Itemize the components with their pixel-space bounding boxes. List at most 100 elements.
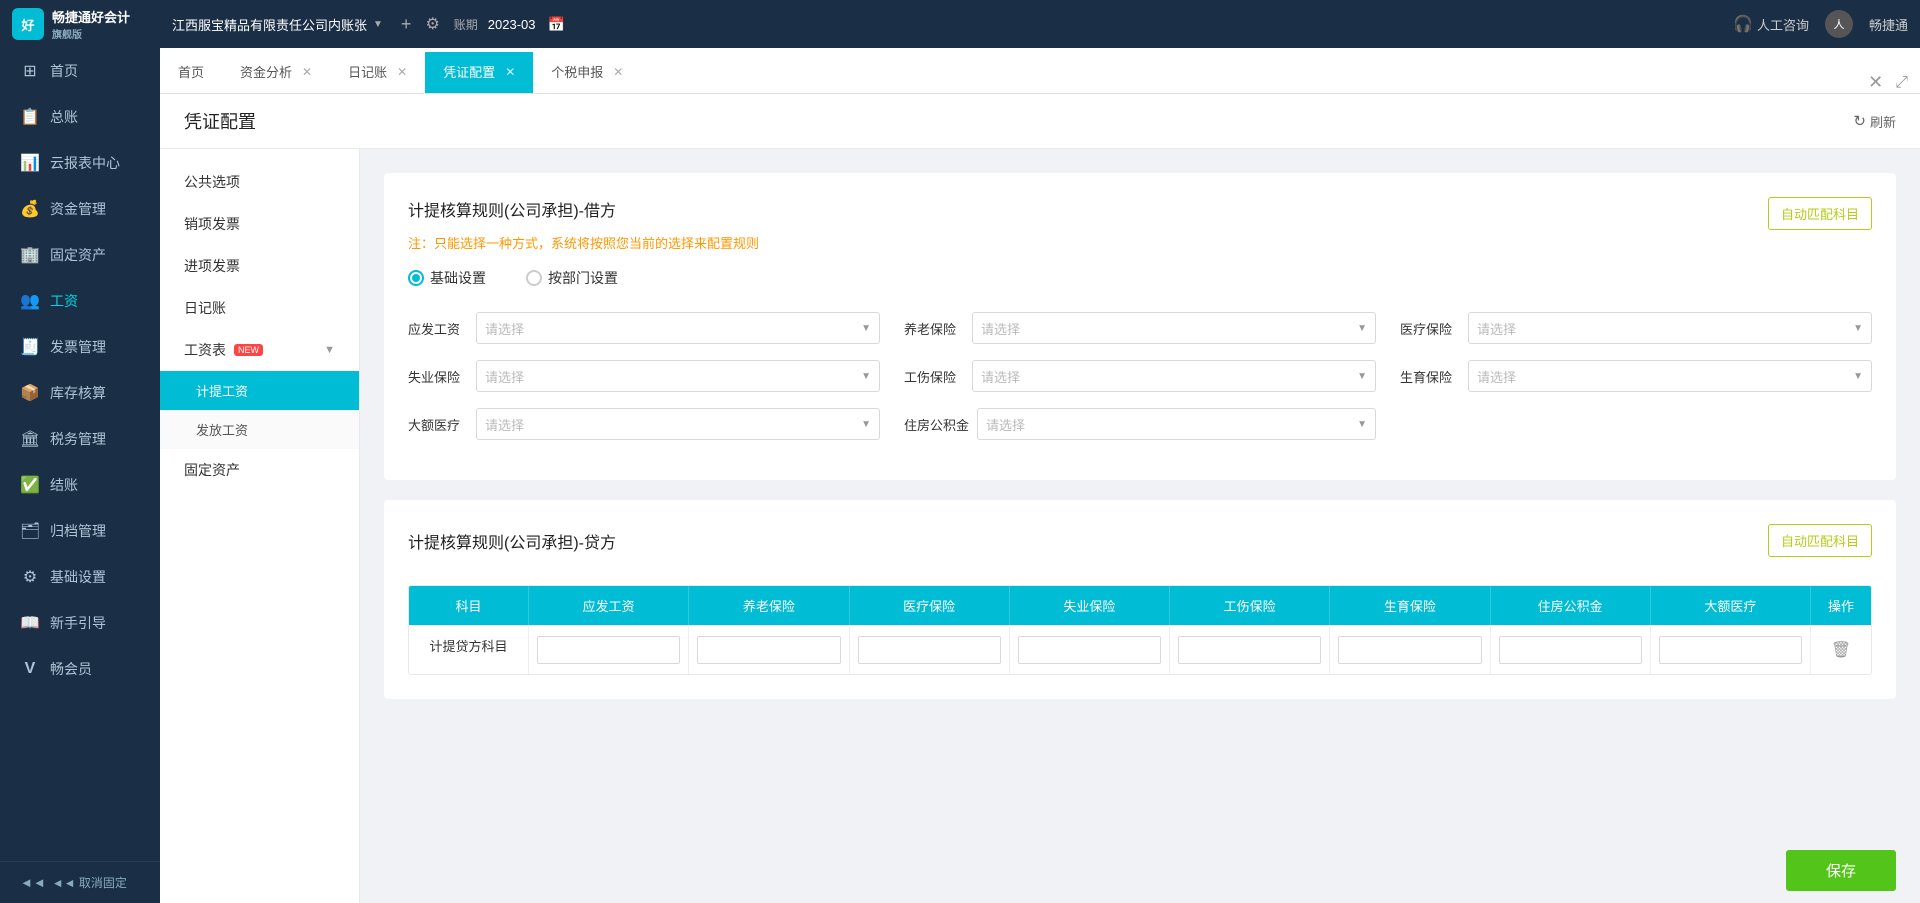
sub-item-fixed-assets[interactable]: 固定资产 <box>160 449 359 491</box>
sidebar-item-archive[interactable]: 🗂 归档管理 <box>0 508 160 554</box>
tab-voucher-config[interactable]: 凭证配置 ✕ <box>425 52 533 93</box>
label-ylbx: 养老保险 <box>904 319 964 338</box>
sub-item-salary-sheet[interactable]: 工资表 NEW ▼ <box>160 329 359 371</box>
sidebar-item-reports[interactable]: 📊 云报表中心 <box>0 140 160 186</box>
sidebar-item-inventory[interactable]: 📦 库存核算 <box>0 370 160 416</box>
tax-icon: 🏛 <box>20 429 40 449</box>
sidebar-item-member[interactable]: V 畅会员 <box>0 646 160 692</box>
tab-journal-close[interactable]: ✕ <box>397 65 407 79</box>
sidebar-item-finance[interactable]: 💰 资金管理 <box>0 186 160 232</box>
sub-item-public[interactable]: 公共选项 <box>160 161 359 203</box>
sidebar-item-close[interactable]: ✅ 结账 <box>0 462 160 508</box>
select-sybx[interactable]: 请选择 ▼ <box>476 360 880 392</box>
input-ylbx2[interactable] <box>858 636 1001 664</box>
company-selector[interactable]: 江西服宝精品有限责任公司内账张 ▼ + ⚙ 账期 2023-03 📅 <box>172 14 1733 35</box>
invoice-icon: 🧾 <box>20 337 40 357</box>
form-item-zfgjj: 住房公积金 请选择 ▼ <box>904 408 1376 440</box>
select-ylbx[interactable]: 请选择 ▼ <box>972 312 1376 344</box>
debit-section-title: 计提核算规则(公司承担)-借方 <box>408 197 759 221</box>
close-window-btn[interactable]: ✕ <box>1868 72 1883 93</box>
select-zfgjj[interactable]: 请选择 ▼ <box>977 408 1376 440</box>
input-sybx[interactable] <box>1018 636 1161 664</box>
th-yfgz: 应发工资 <box>529 586 689 625</box>
app-logo: 好 畅捷通好会计 旗舰版 <box>12 7 172 41</box>
input-yfgz[interactable] <box>537 636 680 664</box>
td-yfgz[interactable] <box>529 626 689 674</box>
cancel-fixed-btn[interactable]: ◄◄ ◄◄ 取消固定 <box>0 861 160 903</box>
calendar-icon[interactable]: 📅 <box>548 16 565 33</box>
sidebar-item-assets[interactable]: 🏢 固定资产 <box>0 232 160 278</box>
arrow-gsbx: ▼ <box>1357 371 1367 382</box>
td-zfgjj[interactable] <box>1491 626 1651 674</box>
input-gsbx[interactable] <box>1178 636 1321 664</box>
sidebar-label-home: 首页 <box>50 61 78 81</box>
settings-btn[interactable]: ⚙ <box>425 14 439 34</box>
new-badge: NEW <box>234 344 263 356</box>
td-scbx[interactable] <box>1330 626 1490 674</box>
select-sybx2[interactable]: 请选择 ▼ <box>1468 360 1872 392</box>
user-name: 畅捷通 <box>1869 15 1908 34</box>
td-deyil[interactable] <box>1651 626 1811 674</box>
td-sybx[interactable] <box>1010 626 1170 674</box>
select-gsbx[interactable]: 请选择 ▼ <box>972 360 1376 392</box>
select-ylbx2[interactable]: 请选择 ▼ <box>1468 312 1872 344</box>
expand-window-btn[interactable]: ⤢ <box>1895 74 1908 92</box>
sidebar-label-inventory: 库存核算 <box>50 383 106 403</box>
radio-department[interactable]: 按部门设置 <box>526 268 618 288</box>
radio-basic[interactable]: 基础设置 <box>408 268 486 288</box>
tab-voucher-config-close[interactable]: ✕ <box>505 65 515 79</box>
debit-section: 计提核算规则(公司承担)-借方 注：只能选择一种方式，系统将按照您当前的选择来配… <box>384 173 1896 480</box>
sub-item-fixed-assets-label: 固定资产 <box>184 460 240 480</box>
sub-sidebar: 公共选项 销项发票 进项发票 日记账 工资表 NEW ▼ <box>160 149 360 903</box>
refresh-btn[interactable]: ↻ 刷新 <box>1853 112 1896 131</box>
label-ylbx2: 医疗保险 <box>1400 319 1460 338</box>
th-action: 操作 <box>1811 586 1871 625</box>
td-gsbx[interactable] <box>1170 626 1330 674</box>
th-scbx: 生育保险 <box>1330 586 1490 625</box>
logo-icon: 好 <box>12 8 44 40</box>
select-deyil[interactable]: 请选择 ▼ <box>476 408 880 440</box>
tab-finance-analysis[interactable]: 资金分析 ✕ <box>222 52 330 93</box>
save-btn[interactable]: 保存 <box>1786 850 1896 891</box>
input-scbx[interactable] <box>1338 636 1481 664</box>
tab-tax-report[interactable]: 个税申报 ✕ <box>533 52 641 93</box>
td-action[interactable]: 🗑 <box>1811 626 1871 674</box>
main-body: 公共选项 销项发票 进项发票 日记账 工资表 NEW ▼ <box>160 149 1920 903</box>
tab-journal[interactable]: 日记账 ✕ <box>330 52 425 93</box>
sidebar-item-guide[interactable]: 📖 新手引导 <box>0 600 160 646</box>
sub-item-journal[interactable]: 日记账 <box>160 287 359 329</box>
sub-item-sales-invoice[interactable]: 销项发票 <box>160 203 359 245</box>
input-deyil[interactable] <box>1659 636 1802 664</box>
tab-finance-analysis-close[interactable]: ✕ <box>302 65 312 79</box>
sub-item-purchase-invoice[interactable]: 进项发票 <box>160 245 359 287</box>
credit-section: 计提核算规则(公司承担)-贷方 自动匹配科目 科目 应发工资 养老保险 医疗保险… <box>384 500 1896 699</box>
add-account-btn[interactable]: + <box>401 14 412 35</box>
content-panel: 计提核算规则(公司承担)-借方 注：只能选择一种方式，系统将按照您当前的选择来配… <box>360 149 1920 903</box>
sidebar-item-ledger[interactable]: 📋 总账 <box>0 94 160 140</box>
tab-home[interactable]: 首页 <box>160 52 222 93</box>
delete-row-btn[interactable]: 🗑 <box>1831 640 1851 660</box>
sidebar-item-salary[interactable]: 👥 工资 <box>0 278 160 324</box>
input-zfgjj[interactable] <box>1499 636 1642 664</box>
td-ylbx2[interactable] <box>850 626 1010 674</box>
sidebar-item-settings[interactable]: ⚙ 基础设置 <box>0 554 160 600</box>
sub-item-pay-salary[interactable]: 发放工资 <box>160 410 359 449</box>
sub-item-accrue-salary[interactable]: 计提工资 <box>160 371 359 410</box>
sidebar-item-tax[interactable]: 🏛 税务管理 <box>0 416 160 462</box>
tab-tax-report-close[interactable]: ✕ <box>613 65 623 79</box>
td-ylbx[interactable] <box>689 626 849 674</box>
select-yfgz[interactable]: 请选择 ▼ <box>476 312 880 344</box>
company-name: 江西服宝精品有限责任公司内账张 <box>172 15 367 34</box>
sidebar-item-home[interactable]: ⊞ 首页 <box>0 48 160 94</box>
debit-auto-match-btn[interactable]: 自动匹配科目 <box>1768 197 1872 230</box>
page-title: 凭证配置 <box>184 108 256 134</box>
sidebar-item-invoice[interactable]: 🧾 发票管理 <box>0 324 160 370</box>
form-item-yfgz: 应发工资 请选择 ▼ <box>408 312 880 344</box>
content-area: 首页 资金分析 ✕ 日记账 ✕ 凭证配置 ✕ 个税申报 ✕ ✕ ⤢ <box>160 48 1920 903</box>
sub-item-pay-label: 发放工资 <box>196 423 248 438</box>
avatar: 人 <box>1825 10 1853 38</box>
input-ylbx[interactable] <box>697 636 840 664</box>
ledger-icon: 📋 <box>20 107 40 127</box>
credit-auto-match-btn[interactable]: 自动匹配科目 <box>1768 524 1872 557</box>
support-btn[interactable]: 🎧 人工咨询 <box>1733 14 1809 34</box>
